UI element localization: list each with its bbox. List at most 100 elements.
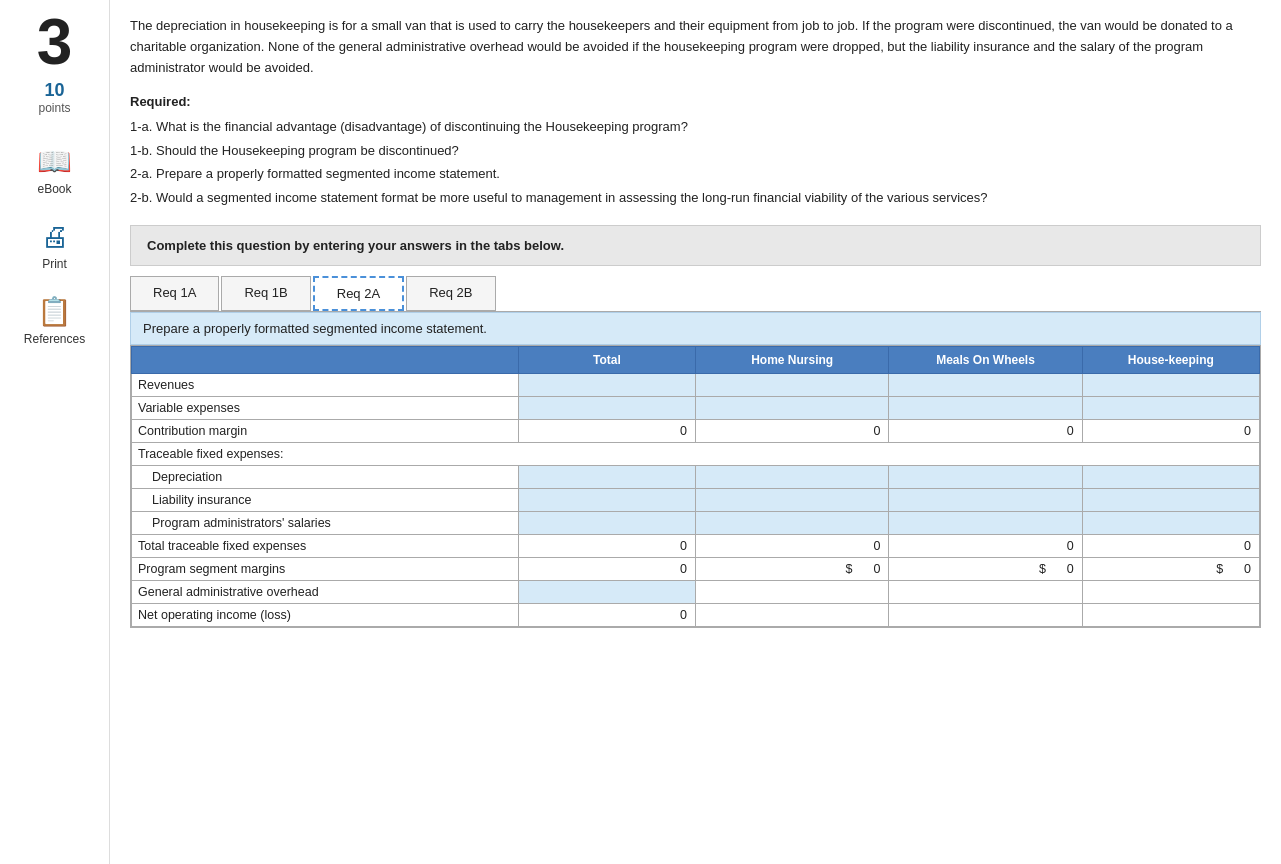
input-sal-home-nursing[interactable] bbox=[695, 511, 888, 534]
input-liab-housekeeping[interactable] bbox=[1082, 488, 1259, 511]
col-header-total: Total bbox=[518, 346, 695, 373]
references-label: References bbox=[24, 332, 85, 346]
row-total-traceable: Total traceable fixed expenses 0 0 0 0 bbox=[132, 534, 1260, 557]
main-content: The depreciation in housekeeping is for … bbox=[110, 0, 1281, 864]
required-item-1b: 1-b. Should the Housekeeping program be … bbox=[130, 139, 1261, 162]
sal-meals-input[interactable] bbox=[895, 516, 1075, 530]
val-psm-housekeeping: $ 0 bbox=[1082, 557, 1259, 580]
varexp-meals-input[interactable] bbox=[895, 401, 1075, 415]
tab-req1b[interactable]: Req 1B bbox=[221, 276, 310, 311]
dep-meals-input[interactable] bbox=[895, 470, 1075, 484]
gao-total-input[interactable] bbox=[525, 585, 689, 599]
liab-total-input[interactable] bbox=[525, 493, 689, 507]
ebook-icon: 📖 bbox=[37, 145, 72, 178]
sal-total-input[interactable] bbox=[525, 516, 689, 530]
liab-home-nursing-input[interactable] bbox=[702, 493, 882, 507]
noi-cell-meals bbox=[889, 603, 1082, 626]
col-header-housekeeping: House-keeping bbox=[1082, 346, 1259, 373]
input-revenues-total[interactable] bbox=[518, 373, 695, 396]
tab-content-header: Prepare a properly formatted segmented i… bbox=[130, 312, 1261, 345]
input-dep-home-nursing[interactable] bbox=[695, 465, 888, 488]
revenues-housekeeping-input[interactable] bbox=[1089, 378, 1253, 392]
row-net-operating-income: Net operating income (loss) 0 bbox=[132, 603, 1260, 626]
input-dep-total[interactable] bbox=[518, 465, 695, 488]
col-header-meals-on-wheels: Meals On Wheels bbox=[889, 346, 1082, 373]
input-sal-total[interactable] bbox=[518, 511, 695, 534]
varexp-total-input[interactable] bbox=[525, 401, 689, 415]
label-total-traceable: Total traceable fixed expenses bbox=[132, 534, 519, 557]
dep-housekeeping-input[interactable] bbox=[1089, 470, 1253, 484]
points-label: points bbox=[38, 101, 70, 115]
tab-req1a[interactable]: Req 1A bbox=[130, 276, 219, 311]
noi-cell-home-nursing bbox=[695, 603, 888, 626]
ebook-label: eBook bbox=[37, 182, 71, 196]
val-ttfe-total: 0 bbox=[518, 534, 695, 557]
label-revenues: Revenues bbox=[132, 373, 519, 396]
dep-total-input[interactable] bbox=[525, 470, 689, 484]
varexp-home-nursing-input[interactable] bbox=[702, 401, 882, 415]
row-program-segment-margins: Program segment margins 0 $ 0 $ 0 $ 0 bbox=[132, 557, 1260, 580]
points-value: 10 bbox=[38, 80, 70, 101]
label-depreciation: Depreciation bbox=[132, 465, 519, 488]
input-gao-total[interactable] bbox=[518, 580, 695, 603]
question-number: 3 bbox=[37, 10, 73, 74]
val-cm-total: 0 bbox=[518, 419, 695, 442]
sal-housekeeping-input[interactable] bbox=[1089, 516, 1253, 530]
input-revenues-home-nursing[interactable] bbox=[695, 373, 888, 396]
input-varexp-housekeeping[interactable] bbox=[1082, 396, 1259, 419]
input-dep-housekeeping[interactable] bbox=[1082, 465, 1259, 488]
revenues-meals-input[interactable] bbox=[895, 378, 1075, 392]
input-varexp-total[interactable] bbox=[518, 396, 695, 419]
label-traceable-header: Traceable fixed expenses: bbox=[132, 442, 1260, 465]
label-general-admin-overhead: General administrative overhead bbox=[132, 580, 519, 603]
print-label: Print bbox=[42, 257, 67, 271]
references-button[interactable]: 📋 References bbox=[15, 285, 95, 356]
val-psm-total: 0 bbox=[518, 557, 695, 580]
input-sal-meals[interactable] bbox=[889, 511, 1082, 534]
gao-cell-housekeeping bbox=[1082, 580, 1259, 603]
liab-meals-input[interactable] bbox=[895, 493, 1075, 507]
input-sal-housekeeping[interactable] bbox=[1082, 511, 1259, 534]
revenues-home-nursing-input[interactable] bbox=[702, 378, 882, 392]
label-contribution-margin: Contribution margin bbox=[132, 419, 519, 442]
row-liability-insurance: Liability insurance bbox=[132, 488, 1260, 511]
income-statement-table: Total Home Nursing Meals On Wheels House… bbox=[130, 345, 1261, 628]
tab-req2b[interactable]: Req 2B bbox=[406, 276, 495, 311]
points-box: 10 points bbox=[38, 80, 70, 115]
input-liab-home-nursing[interactable] bbox=[695, 488, 888, 511]
gao-cell-home-nursing bbox=[695, 580, 888, 603]
input-varexp-home-nursing[interactable] bbox=[695, 396, 888, 419]
tab-req2a[interactable]: Req 2A bbox=[313, 276, 404, 311]
label-liability-insurance: Liability insurance bbox=[132, 488, 519, 511]
dep-home-nursing-input[interactable] bbox=[702, 470, 882, 484]
label-prog-admin-salaries: Program administrators' salaries bbox=[132, 511, 519, 534]
label-program-segment-margins: Program segment margins bbox=[132, 557, 519, 580]
val-cm-meals: 0 bbox=[889, 419, 1082, 442]
required-item-1a: 1-a. What is the financial advantage (di… bbox=[130, 115, 1261, 138]
val-ttfe-meals: 0 bbox=[889, 534, 1082, 557]
input-varexp-meals[interactable] bbox=[889, 396, 1082, 419]
question-text: The depreciation in housekeeping is for … bbox=[130, 16, 1261, 78]
input-revenues-housekeeping[interactable] bbox=[1082, 373, 1259, 396]
print-button[interactable]: 🖨 Print bbox=[15, 210, 95, 281]
sal-home-nursing-input[interactable] bbox=[702, 516, 882, 530]
val-noi-total: 0 bbox=[518, 603, 695, 626]
val-ttfe-housekeeping: 0 bbox=[1082, 534, 1259, 557]
liab-housekeeping-input[interactable] bbox=[1089, 493, 1253, 507]
col-header-label bbox=[132, 346, 519, 373]
row-contribution-margin: Contribution margin 0 0 0 0 bbox=[132, 419, 1260, 442]
ebook-button[interactable]: 📖 eBook bbox=[15, 135, 95, 206]
required-item-2b: 2-b. Would a segmented income statement … bbox=[130, 186, 1261, 209]
varexp-housekeeping-input[interactable] bbox=[1089, 401, 1253, 415]
required-label: Required: bbox=[130, 94, 1261, 109]
val-ttfe-home-nursing: 0 bbox=[695, 534, 888, 557]
val-psm-home-nursing: $ 0 bbox=[695, 557, 888, 580]
revenues-total-input[interactable] bbox=[525, 378, 689, 392]
input-liab-total[interactable] bbox=[518, 488, 695, 511]
input-revenues-meals[interactable] bbox=[889, 373, 1082, 396]
input-liab-meals[interactable] bbox=[889, 488, 1082, 511]
input-dep-meals[interactable] bbox=[889, 465, 1082, 488]
noi-cell-housekeeping bbox=[1082, 603, 1259, 626]
required-item-2a: 2-a. Prepare a properly formatted segmen… bbox=[130, 162, 1261, 185]
col-header-home-nursing: Home Nursing bbox=[695, 346, 888, 373]
